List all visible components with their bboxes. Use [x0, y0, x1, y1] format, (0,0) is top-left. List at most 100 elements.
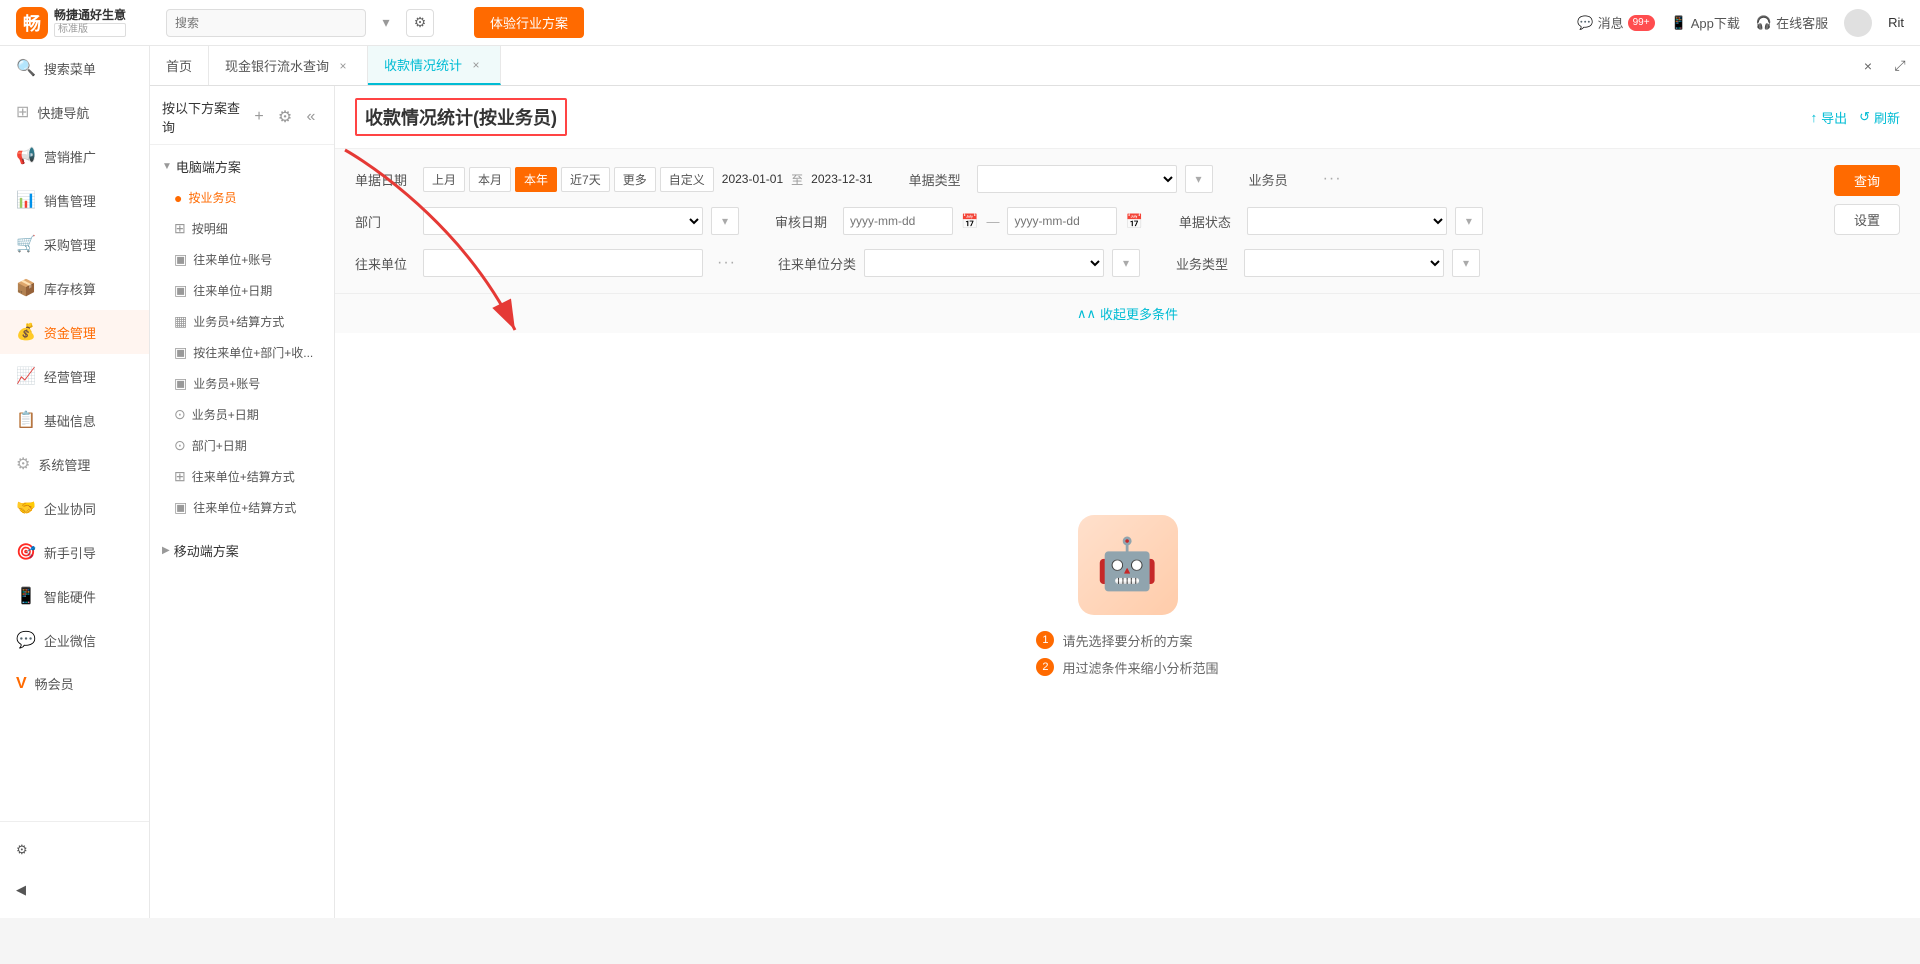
trial-btn[interactable]: 体验行业方案: [474, 7, 584, 38]
audit-date-to[interactable]: [1007, 207, 1117, 235]
biz-type-dropdown-btn[interactable]: ▾: [1452, 249, 1480, 277]
collapse-icon: ◀: [16, 882, 26, 898]
date-btn-custom[interactable]: 自定义: [660, 167, 714, 192]
header-search-area: ▾ ⚙: [166, 9, 466, 37]
sidebar-item-search-menu[interactable]: 🔍 搜索菜单: [0, 46, 149, 90]
guide-icon: 🎯: [16, 542, 36, 562]
content-area: 首页 现金银行流水查询 × 收款情况统计 × × ⤢ 按以下方案查询 +: [150, 46, 1920, 918]
refresh-icon: ↺: [1859, 109, 1870, 125]
sidebar-item-basic-info[interactable]: 📋 基础信息: [0, 398, 149, 442]
audit-date-from[interactable]: [843, 207, 953, 235]
settings-btn[interactable]: 设置: [1834, 204, 1900, 235]
scheme-group-mobile-title[interactable]: ▶ 移动端方案: [150, 535, 334, 566]
sidebar-item-quick-nav[interactable]: ⊞ 快捷导航: [0, 90, 149, 134]
export-btn[interactable]: ↑ 导出: [1811, 108, 1848, 127]
sidebar-item-enterprise[interactable]: 🤝 企业协同: [0, 486, 149, 530]
date-btn-last-month[interactable]: 上月: [423, 167, 465, 192]
sidebar-label-quick-nav: 快捷导航: [37, 103, 89, 122]
sidebar-item-operations[interactable]: 📈 经营管理: [0, 354, 149, 398]
scheme-gear-btn[interactable]: ⚙: [274, 106, 296, 128]
tab-receipt-stats[interactable]: 收款情况统计 ×: [368, 46, 501, 85]
audit-date-from-calendar-icon[interactable]: 📅: [961, 213, 978, 230]
sidebar-settings-btn[interactable]: ⚙: [0, 830, 149, 870]
tab-close-all-btn[interactable]: ×: [1856, 54, 1880, 78]
sidebar-item-smart-hw[interactable]: 📱 智能硬件: [0, 574, 149, 618]
salesman-item-label: 按业务员: [188, 189, 236, 206]
partner-category-dropdown-btn[interactable]: ▾: [1112, 249, 1140, 277]
scheme-group-desktop-title[interactable]: ▼ 电脑端方案: [150, 151, 334, 182]
tab-bank-flow-close[interactable]: ×: [335, 58, 351, 74]
tab-maximize-btn[interactable]: ⤢: [1888, 54, 1912, 78]
doc-type-dropdown-btn[interactable]: ▾: [1185, 165, 1213, 193]
partner-dept-label: 按往来单位+部门+收...: [193, 344, 313, 361]
scheme-item-salesman-date[interactable]: ⊙ 业务员+日期: [150, 399, 334, 430]
audit-date-to-calendar-icon[interactable]: 📅: [1125, 213, 1142, 230]
message-btn[interactable]: 💬 消息 99+: [1577, 13, 1654, 32]
scheme-add-btn[interactable]: +: [248, 106, 270, 128]
partner-input[interactable]: [423, 249, 703, 277]
sidebar-item-wechat[interactable]: 💬 企业微信: [0, 618, 149, 662]
filter-salesman-item: 业务员 ···: [1249, 167, 1348, 191]
online-service-btn[interactable]: 🎧 在线客服: [1756, 13, 1828, 32]
date-btn-7days[interactable]: 近7天: [561, 167, 610, 192]
sidebar-item-member[interactable]: V 畅会员: [0, 662, 149, 705]
sidebar-label-smart-hw: 智能硬件: [44, 587, 96, 606]
main-layout: 🔍 搜索菜单 ⊞ 快捷导航 📢 营销推广 📊 销售管理 🛒 采购管理 📦 库存核…: [0, 46, 1920, 918]
scheme-item-salesman-settle[interactable]: ▦ 业务员+结算方式: [150, 306, 334, 337]
doc-status-select[interactable]: [1247, 207, 1447, 235]
empty-hint-1: 1 请先选择要分析的方案: [1036, 631, 1218, 650]
empty-hints: 1 请先选择要分析的方案 2 用过滤条件来缩小分析范围: [1036, 631, 1218, 677]
user-name: Rit: [1888, 15, 1904, 30]
tab-receipt-stats-close[interactable]: ×: [468, 57, 484, 73]
tabs-right: × ⤢: [1848, 46, 1920, 85]
app-download-btn[interactable]: 📱 App下载: [1671, 13, 1740, 32]
doc-type-select[interactable]: [977, 165, 1177, 193]
scheme-panel: 按以下方案查询 + ⚙ « ▼ 电脑端方案 ● 按业务员: [150, 86, 335, 918]
scheme-item-by-detail[interactable]: ⊞ 按明细: [150, 213, 334, 244]
scheme-item-partner-date[interactable]: ▣ 往来单位+日期: [150, 275, 334, 306]
scheme-item-partner-settle2[interactable]: ▣ 往来单位+结算方式: [150, 492, 334, 523]
collapse-bar[interactable]: ∧∧ 收起更多条件: [335, 294, 1920, 333]
sidebar-item-finance[interactable]: 💰 资金管理: [0, 310, 149, 354]
salesman-more-btn[interactable]: ···: [1317, 167, 1348, 191]
sidebar: 🔍 搜索菜单 ⊞ 快捷导航 📢 营销推广 📊 销售管理 🛒 采购管理 📦 库存核…: [0, 46, 150, 918]
query-btn[interactable]: 查询: [1834, 165, 1900, 196]
date-btn-more[interactable]: 更多: [614, 167, 656, 192]
sidebar-label-wechat: 企业微信: [44, 631, 96, 650]
sidebar-item-purchase[interactable]: 🛒 采购管理: [0, 222, 149, 266]
page-title-box: 收款情况统计(按业务员): [355, 98, 567, 136]
scheme-item-dept-date[interactable]: ⊙ 部门+日期: [150, 430, 334, 461]
sidebar-item-inventory[interactable]: 📦 库存核算: [0, 266, 149, 310]
sidebar-item-guide[interactable]: 🎯 新手引导: [0, 530, 149, 574]
date-btn-this-year[interactable]: 本年: [515, 167, 557, 192]
sidebar-label-purchase: 采购管理: [44, 235, 96, 254]
scheme-item-partner-dept[interactable]: ▣ 按往来单位+部门+收...: [150, 337, 334, 368]
date-btn-this-month[interactable]: 本月: [469, 167, 511, 192]
sidebar-label-member: 畅会员: [35, 674, 74, 693]
header-search-input[interactable]: [166, 9, 366, 37]
biz-type-select[interactable]: [1244, 249, 1444, 277]
scheme-collapse-btn[interactable]: «: [300, 106, 322, 128]
tab-home[interactable]: 首页: [150, 46, 209, 85]
sidebar-item-marketing[interactable]: 📢 营销推广: [0, 134, 149, 178]
header-dropdown-btn[interactable]: ▾: [374, 11, 398, 35]
filter-date-item: 单据日期 上月 本月 本年 近7天 更多 自定义: [355, 167, 873, 192]
user-avatar[interactable]: [1844, 9, 1872, 37]
date-label: 单据日期: [355, 170, 415, 189]
sidebar-collapse-btn[interactable]: ◀: [0, 870, 149, 910]
tab-bank-flow[interactable]: 现金银行流水查询 ×: [209, 46, 368, 85]
scheme-item-partner-account[interactable]: ▣ 往来单位+账号: [150, 244, 334, 275]
filter-main: 单据日期 上月 本月 本年 近7天 更多 自定义: [355, 165, 1814, 277]
partner-category-select[interactable]: [864, 249, 1104, 277]
doc-status-dropdown-btn[interactable]: ▾: [1455, 207, 1483, 235]
sidebar-item-system[interactable]: ⚙ 系统管理: [0, 442, 149, 486]
header-gear-btn[interactable]: ⚙: [406, 9, 434, 37]
dept-dropdown-btn[interactable]: ▾: [711, 207, 739, 235]
scheme-item-partner-settle1[interactable]: ⊞ 往来单位+结算方式: [150, 461, 334, 492]
refresh-btn[interactable]: ↺ 刷新: [1859, 108, 1900, 127]
dept-select[interactable]: [423, 207, 703, 235]
partner-more-btn[interactable]: ···: [711, 251, 742, 275]
scheme-item-by-salesman[interactable]: ● 按业务员: [150, 182, 334, 213]
sidebar-item-sales[interactable]: 📊 销售管理: [0, 178, 149, 222]
scheme-item-salesman-account[interactable]: ▣ 业务员+账号: [150, 368, 334, 399]
